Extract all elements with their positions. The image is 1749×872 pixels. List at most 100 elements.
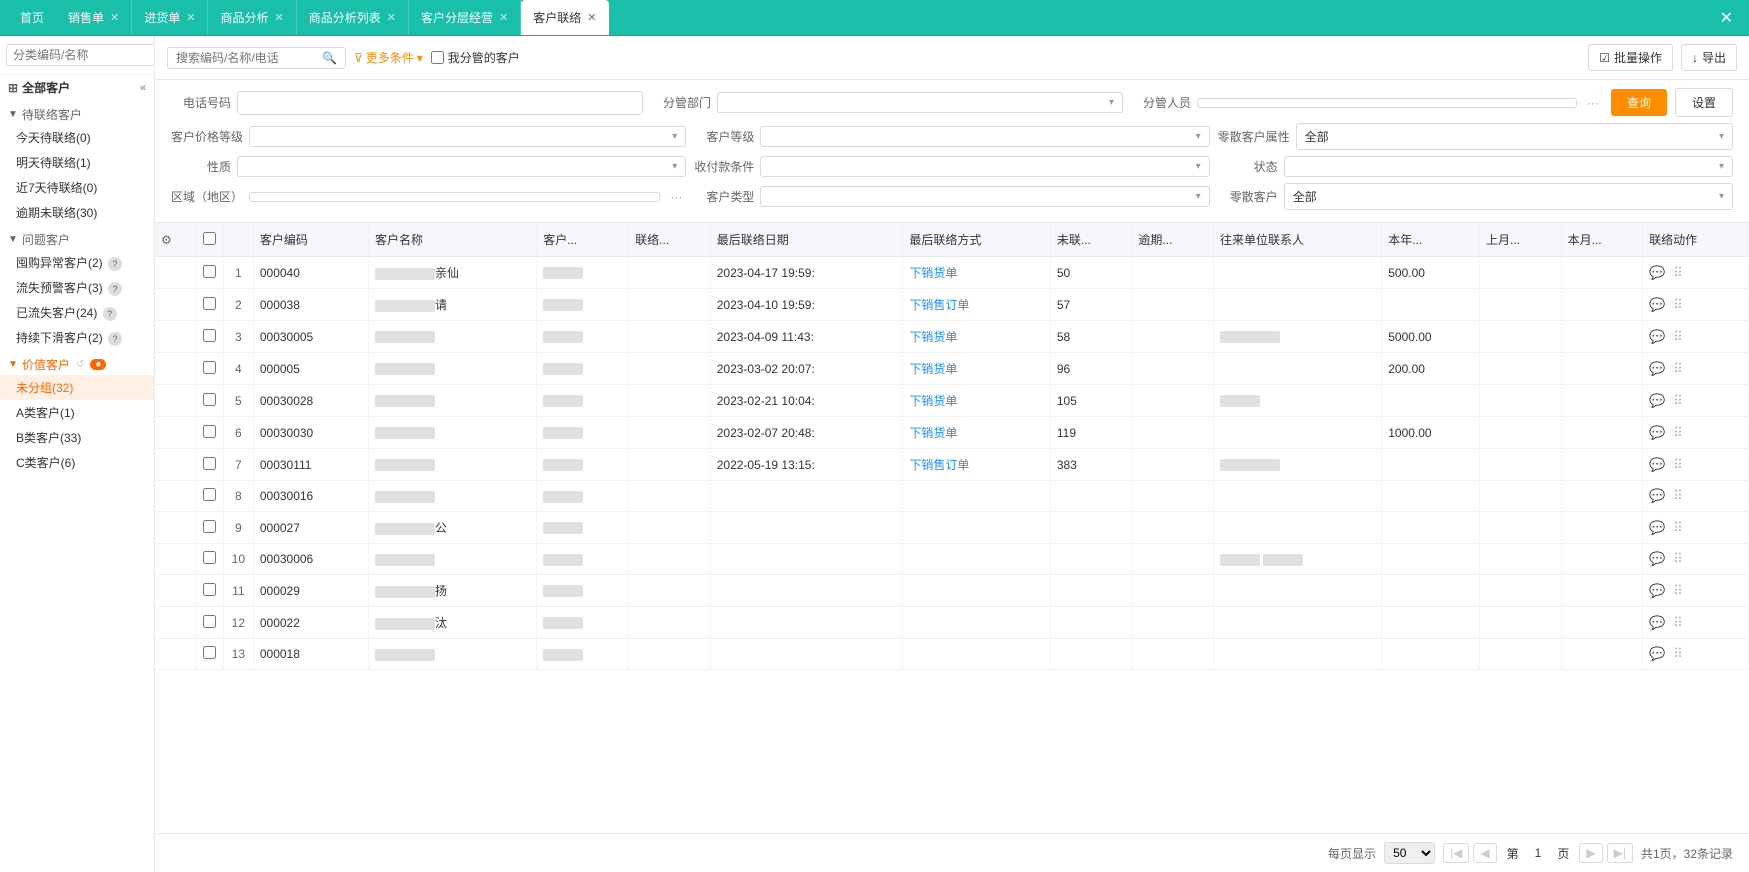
row-checkbox[interactable] — [203, 488, 216, 501]
sidebar-group-problem[interactable]: ▼ 问题客户 — [0, 225, 154, 250]
qr-icon[interactable]: ⠿ — [1673, 551, 1683, 567]
sparse-customer-select[interactable]: 全部 ▾ — [1284, 183, 1733, 210]
tab-product-analysis-close[interactable]: ✕ — [275, 11, 284, 24]
sidebar-all-customers[interactable]: ⊞ 全部客户 « — [0, 75, 154, 100]
phone-input[interactable] — [237, 91, 643, 115]
more-conditions-button[interactable]: ⊽ 更多条件 ▾ — [354, 49, 423, 66]
sidebar-item-a-class[interactable]: A类客户(1) — [0, 400, 154, 425]
message-icon[interactable]: 💬 — [1649, 646, 1665, 662]
person-select[interactable] — [1197, 98, 1577, 108]
search-input[interactable] — [176, 51, 316, 65]
first-page-button[interactable]: |◀ — [1443, 843, 1469, 863]
qr-icon[interactable]: ⠿ — [1673, 393, 1683, 409]
sidebar-item-churn-warning[interactable]: 流失预警客户(3) ? — [0, 275, 154, 300]
customer-level-select[interactable]: ▾ — [760, 126, 1209, 147]
sidebar-group-value[interactable]: ▼ 价值客户 ↺ ● — [0, 350, 154, 375]
message-icon[interactable]: 💬 — [1649, 615, 1665, 631]
row-checkbox[interactable] — [203, 297, 216, 310]
row-checkbox[interactable] — [203, 457, 216, 470]
message-icon[interactable]: 💬 — [1649, 297, 1665, 313]
message-icon[interactable]: 💬 — [1649, 551, 1665, 567]
sidebar-item-ungroup[interactable]: 未分组(32) — [0, 375, 154, 400]
tab-purchase[interactable]: 进货单 ✕ — [132, 0, 208, 35]
qr-icon[interactable]: ⠿ — [1673, 297, 1683, 313]
th-settings[interactable]: ⚙ — [155, 223, 195, 257]
row-checkbox[interactable] — [203, 615, 216, 628]
region-more-btn[interactable]: ··· — [666, 190, 686, 204]
sidebar-group-pending[interactable]: ▼ 待联络客户 — [0, 100, 154, 125]
nature-select[interactable]: ▾ — [237, 156, 686, 177]
tab-customer-tier[interactable]: 客户分层经营 ✕ — [409, 0, 521, 35]
prev-page-button[interactable]: ◀ — [1473, 843, 1496, 863]
sidebar-item-7days[interactable]: 近7天待联络(0) — [0, 175, 154, 200]
last-way-link[interactable]: 下销售订单 — [909, 298, 969, 312]
qr-icon[interactable]: ⠿ — [1673, 615, 1683, 631]
tab-customer-tier-close[interactable]: ✕ — [499, 11, 508, 24]
message-icon[interactable]: 💬 — [1649, 329, 1665, 345]
per-page-select[interactable]: 50 100 200 — [1384, 842, 1435, 864]
department-select[interactable]: ▾ — [717, 92, 1123, 113]
last-way-link[interactable]: 下销货单 — [909, 362, 957, 376]
customer-type-select[interactable]: ▾ — [760, 186, 1209, 207]
sidebar-search-input[interactable] — [6, 44, 155, 66]
last-way-link[interactable]: 下销货单 — [909, 330, 957, 344]
qr-icon[interactable]: ⠿ — [1673, 520, 1683, 536]
status-select[interactable]: ▾ — [1284, 156, 1733, 177]
batch-operation-button[interactable]: ☑ 批量操作 — [1588, 44, 1673, 71]
my-customers-checkbox[interactable]: 我分管的客户 — [431, 49, 520, 66]
qr-icon[interactable]: ⠿ — [1673, 488, 1683, 504]
qr-icon[interactable]: ⠿ — [1673, 646, 1683, 662]
my-customers-check-input[interactable] — [431, 51, 444, 64]
tab-product-analysis[interactable]: 商品分析 ✕ — [208, 0, 296, 35]
tab-sales-close[interactable]: ✕ — [110, 11, 119, 24]
row-checkbox[interactable] — [203, 329, 216, 342]
qr-icon[interactable]: ⠿ — [1673, 329, 1683, 345]
select-all-checkbox[interactable] — [203, 232, 216, 245]
price-level-select[interactable]: ▾ — [249, 126, 686, 147]
row-checkbox[interactable] — [203, 425, 216, 438]
qr-icon[interactable]: ⠿ — [1673, 425, 1683, 441]
message-icon[interactable]: 💬 — [1649, 425, 1665, 441]
last-page-button[interactable]: ▶| — [1607, 843, 1633, 863]
tab-purchase-close[interactable]: ✕ — [186, 11, 195, 24]
message-icon[interactable]: 💬 — [1649, 583, 1665, 599]
window-close-button[interactable]: ✕ — [1712, 8, 1741, 28]
tab-sales[interactable]: 销售单 ✕ — [56, 0, 132, 35]
row-checkbox[interactable] — [203, 646, 216, 659]
row-checkbox[interactable] — [203, 393, 216, 406]
qr-icon[interactable]: ⠿ — [1673, 265, 1683, 281]
message-icon[interactable]: 💬 — [1649, 457, 1665, 473]
message-icon[interactable]: 💬 — [1649, 520, 1665, 536]
export-button[interactable]: ↓ 导出 — [1681, 44, 1737, 71]
message-icon[interactable]: 💬 — [1649, 265, 1665, 281]
qr-icon[interactable]: ⠿ — [1673, 457, 1683, 473]
row-checkbox[interactable] — [203, 583, 216, 596]
qr-icon[interactable]: ⠿ — [1673, 361, 1683, 377]
refresh-icon[interactable]: ↺ — [76, 359, 84, 370]
row-checkbox[interactable] — [203, 361, 216, 374]
sidebar-item-churned[interactable]: 已流失客户(24) ? — [0, 300, 154, 325]
region-select[interactable] — [249, 192, 660, 202]
person-more-btn[interactable]: ··· — [1583, 96, 1603, 110]
qr-icon[interactable]: ⠿ — [1673, 583, 1683, 599]
sidebar-item-tomorrow[interactable]: 明天待联络(1) — [0, 150, 154, 175]
tab-product-list-close[interactable]: ✕ — [387, 11, 396, 24]
row-checkbox[interactable] — [203, 520, 216, 533]
sidebar-item-b-class[interactable]: B类客户(33) — [0, 425, 154, 450]
row-checkbox[interactable] — [203, 551, 216, 564]
sidebar-item-c-class[interactable]: C类客户(6) — [0, 450, 154, 475]
tab-customer-contact[interactable]: 客户联络 ✕ — [521, 0, 609, 35]
next-page-button[interactable]: ▶ — [1579, 843, 1602, 863]
tab-product-list[interactable]: 商品分析列表 ✕ — [297, 0, 409, 35]
message-icon[interactable]: 💬 — [1649, 488, 1665, 504]
last-way-link[interactable]: 下销货单 — [909, 266, 957, 280]
last-way-link[interactable]: 下销货单 — [909, 394, 957, 408]
sidebar-item-abnormal[interactable]: 囤购异常客户(2) ? — [0, 250, 154, 275]
last-way-link[interactable]: 下销售订单 — [909, 458, 969, 472]
sparse-attr-select[interactable]: 全部 ▾ — [1296, 123, 1733, 150]
sidebar-item-today[interactable]: 今天待联络(0) — [0, 125, 154, 150]
tab-customer-contact-close[interactable]: ✕ — [587, 11, 596, 24]
sidebar-item-overdue[interactable]: 逾期未联络(30) — [0, 200, 154, 225]
sidebar-item-declining[interactable]: 持续下滑客户(2) ? — [0, 325, 154, 350]
search-icon[interactable]: 🔍 — [322, 51, 337, 65]
